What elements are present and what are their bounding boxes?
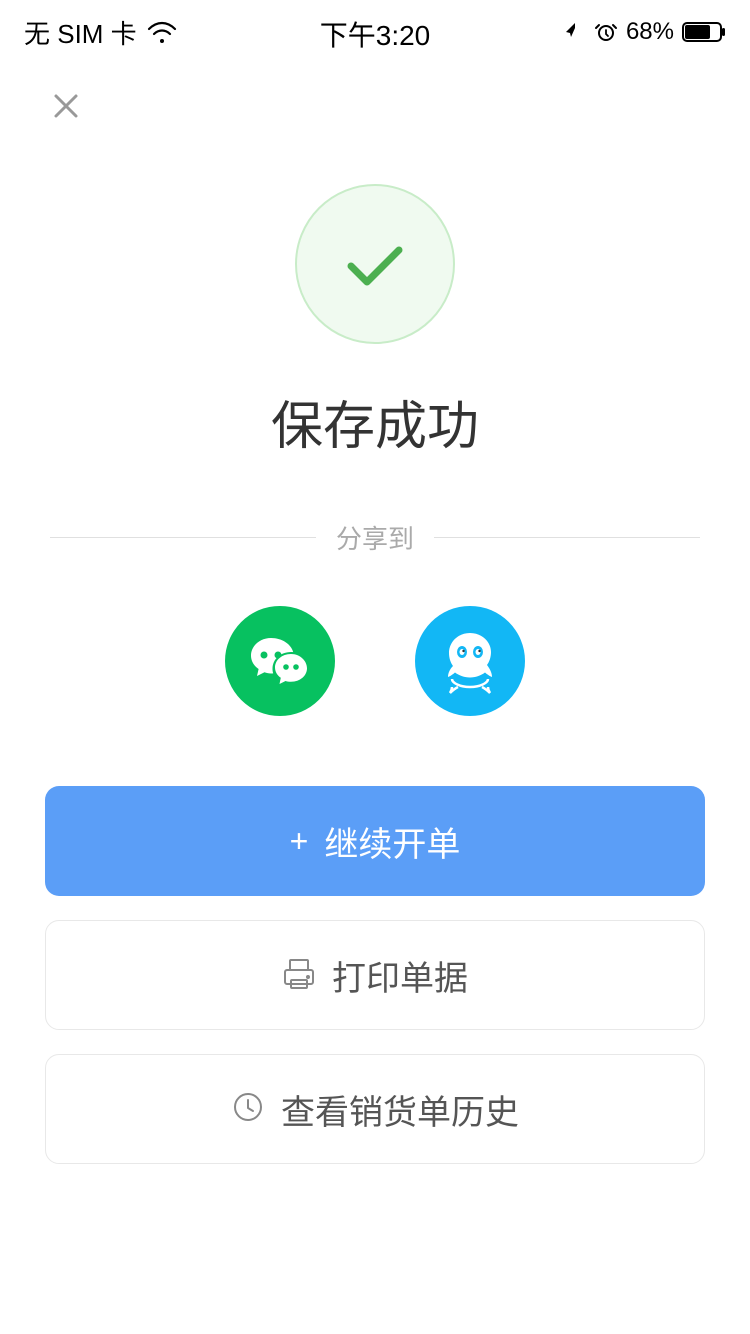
status-right: 68% [564, 18, 726, 46]
print-button[interactable]: 打印单据 [45, 920, 705, 1030]
success-circle [295, 184, 455, 344]
continue-button[interactable]: + 继续开单 [45, 786, 705, 896]
wifi-icon [147, 21, 177, 43]
share-qq-button[interactable] [415, 606, 525, 716]
no-sim-text: 无 SIM 卡 [24, 14, 137, 51]
status-bar: 无 SIM 卡 下午3:20 68% [0, 0, 750, 64]
qq-icon [440, 627, 500, 695]
share-line-right [434, 537, 700, 538]
plus-icon: + [290, 825, 309, 857]
continue-label: 继续开单 [324, 817, 460, 866]
status-time: 下午3:20 [320, 14, 431, 54]
share-wechat-button[interactable] [225, 606, 335, 716]
share-line-left [50, 537, 316, 538]
history-label: 查看销货单历史 [281, 1085, 519, 1134]
print-label: 打印单据 [332, 951, 468, 1000]
checkmark-icon [335, 224, 415, 304]
main-content: 保存成功 分享到 [0, 64, 750, 1164]
share-label: 分享到 [316, 519, 434, 556]
close-icon [48, 88, 84, 124]
wechat-icon [249, 634, 311, 689]
share-divider: 分享到 [0, 519, 750, 556]
alarm-icon [594, 20, 618, 44]
share-section: 分享到 [0, 519, 750, 716]
share-icons [225, 606, 525, 716]
success-title: 保存成功 [271, 384, 479, 459]
action-buttons: + 继续开单 打印单据 查看销货单历史 [45, 786, 705, 1164]
printer-icon [282, 956, 316, 995]
location-icon [564, 21, 586, 43]
history-button[interactable]: 查看销货单历史 [45, 1054, 705, 1164]
history-icon [231, 1090, 265, 1129]
close-button[interactable] [40, 80, 92, 132]
battery-text: 68% [626, 18, 674, 46]
battery-icon [682, 21, 726, 43]
status-left: 无 SIM 卡 [24, 14, 177, 51]
